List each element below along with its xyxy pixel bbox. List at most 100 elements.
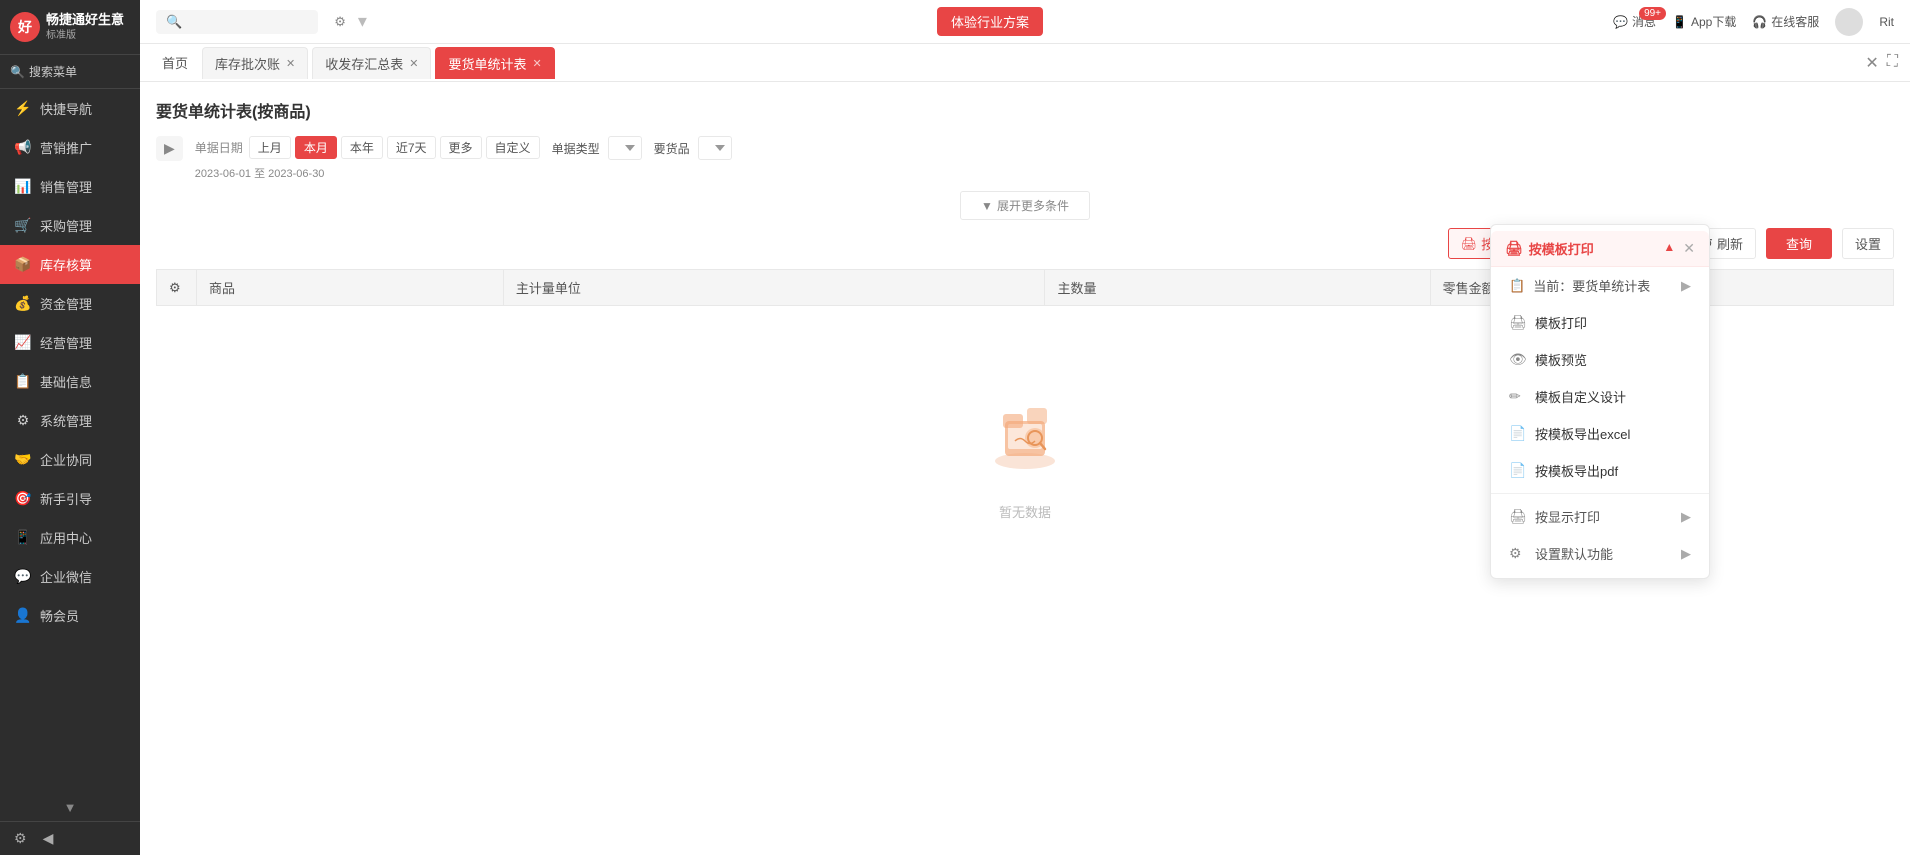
submenu-arrow-icon: ▶ bbox=[1681, 509, 1691, 525]
dropdown-default-func[interactable]: ⚙ 设置默认功能 ▶ bbox=[1491, 535, 1709, 572]
date-btn-more[interactable]: 更多 bbox=[440, 136, 482, 159]
sidebar-item-enterprise[interactable]: 🤝 企业协同 bbox=[0, 440, 140, 479]
query-btn[interactable]: 查询 bbox=[1766, 228, 1832, 259]
dropdown-close-btn[interactable]: ✕ bbox=[1683, 240, 1695, 257]
printer-icon: 🖨 bbox=[1461, 236, 1478, 252]
display-print-icon: 🖨 bbox=[1509, 508, 1525, 525]
dropdown-item-template-custom[interactable]: ✏ 模板自定义设计 bbox=[1491, 378, 1709, 415]
date-btn-custom[interactable]: 自定义 bbox=[486, 136, 540, 159]
sidebar-bottom: ⚙ ◀ bbox=[0, 821, 140, 855]
scroll-down-btn[interactable]: ▼ bbox=[0, 794, 140, 821]
operations-icon: 📈 bbox=[14, 334, 32, 352]
order-type-select[interactable] bbox=[608, 136, 642, 160]
dropdown-item-template-excel[interactable]: 📄 按模板导出excel bbox=[1491, 415, 1709, 452]
app-center-icon: 📱 bbox=[14, 529, 32, 547]
print-dropdown-menu: 🖨 按模板打印 ▲ ✕ 📋 当前：要货单统计表 ▶ 🖨 模板打印 bbox=[1490, 224, 1710, 579]
filter-expand-icon-btn[interactable]: ▶ bbox=[156, 136, 183, 161]
app-download-btn[interactable]: 📱 App下载 bbox=[1672, 13, 1736, 30]
template-excel-icon: 📄 bbox=[1509, 425, 1525, 442]
search-menu-btn[interactable]: 🔍 搜索菜单 bbox=[10, 63, 130, 80]
close-tab-demand[interactable]: ✕ bbox=[533, 57, 542, 70]
sidebar-item-guide[interactable]: 🎯 新手引导 bbox=[0, 479, 140, 518]
dropdown-item-template-preview[interactable]: 👁 模板预览 bbox=[1491, 341, 1709, 378]
sidebar-item-operations[interactable]: 📈 经营管理 bbox=[0, 323, 140, 362]
sidebar-item-quick-nav[interactable]: ⚡ 快捷导航 bbox=[0, 89, 140, 128]
gear-col-icon[interactable]: ⚙ bbox=[169, 280, 181, 295]
empty-text: 暂无数据 bbox=[999, 502, 1051, 521]
sidebar-item-finance[interactable]: 💰 资金管理 bbox=[0, 284, 140, 323]
tab-home[interactable]: 首页 bbox=[152, 47, 198, 78]
dropdown-item-template-pdf[interactable]: 📄 按模板导出pdf bbox=[1491, 452, 1709, 489]
tabbar: 首页 库存批次账 ✕ 收发存汇总表 ✕ 要货单统计表 ✕ ✕ ⛶ bbox=[140, 44, 1910, 82]
content-area: 要货单统计表(按商品) ▶ 单据日期 上月 本月 本年 近7天 更多 自定义 bbox=[140, 82, 1910, 855]
tabbar-actions: ✕ ⛶ bbox=[1865, 53, 1898, 73]
guide-icon: 🎯 bbox=[14, 490, 32, 508]
demand-goods-select[interactable] bbox=[698, 136, 732, 160]
date-btn-7days[interactable]: 近7天 bbox=[387, 136, 436, 159]
app-version: 标准版 bbox=[46, 29, 124, 42]
dropdown-header: 🖨 按模板打印 ▲ ✕ bbox=[1491, 231, 1709, 267]
page-title: 要货单统计表(按商品) bbox=[156, 98, 1894, 122]
message-btn[interactable]: 💬 消息 99+ bbox=[1613, 13, 1656, 30]
dropdown-current-template[interactable]: 📋 当前：要货单统计表 ▶ bbox=[1491, 267, 1709, 304]
date-quick-btns: 上月 本月 本年 近7天 更多 自定义 bbox=[249, 136, 540, 159]
demand-goods-filter: 要货品 bbox=[654, 136, 732, 160]
app-logo: 好 畅捷通好生意 标准版 bbox=[0, 0, 140, 55]
sidebar-item-basics[interactable]: 📋 基础信息 bbox=[0, 362, 140, 401]
date-filter-label: 单据日期 bbox=[195, 139, 243, 156]
template-custom-icon: ✏ bbox=[1509, 388, 1525, 405]
close-all-tabs-btn[interactable]: ✕ bbox=[1865, 53, 1878, 73]
date-btn-this-month[interactable]: 本月 bbox=[295, 136, 337, 159]
sidebar-item-marketing[interactable]: 📢 营销推广 bbox=[0, 128, 140, 167]
date-btn-last-month[interactable]: 上月 bbox=[249, 136, 291, 159]
close-tab-stock-batch[interactable]: ✕ bbox=[286, 57, 295, 70]
sidebar-item-member[interactable]: 👤 畅会员 bbox=[0, 596, 140, 635]
logo-icon: 好 bbox=[10, 12, 40, 42]
current-icon: 📋 bbox=[1509, 278, 1525, 294]
logo-text: 畅捷通好生意 标准版 bbox=[46, 12, 124, 42]
tab-stock-batch[interactable]: 库存批次账 ✕ bbox=[202, 47, 308, 79]
date-range-display: 2023-06-01 至 2023-06-30 bbox=[195, 165, 540, 181]
app-name: 畅捷通好生意 bbox=[46, 12, 124, 29]
settings-bottom-btn[interactable]: ⚙ bbox=[14, 830, 27, 847]
user-avatar[interactable] bbox=[1835, 8, 1863, 36]
tab-demand-stats[interactable]: 要货单统计表 ✕ bbox=[435, 47, 554, 79]
sidebar-item-stock[interactable]: 📦 库存核算 bbox=[0, 245, 140, 284]
close-tab-receivable[interactable]: ✕ bbox=[409, 57, 418, 70]
filter-bar: ▶ 单据日期 上月 本月 本年 近7天 更多 自定义 2023-06-01 bbox=[156, 136, 1894, 181]
tab-receivable-summary[interactable]: 收发存汇总表 ✕ bbox=[312, 47, 431, 79]
sidebar-item-system[interactable]: ⚙ 系统管理 bbox=[0, 401, 140, 440]
enterprise-icon: 🤝 bbox=[14, 451, 32, 469]
download-icon: 📱 bbox=[1672, 15, 1687, 29]
expand-down-icon: ▼ bbox=[981, 199, 993, 213]
trial-button[interactable]: 体验行业方案 bbox=[937, 7, 1043, 36]
topbar: 🔍 ⚙ ▾ 体验行业方案 💬 消息 99+ 📱 App下载 🎧 在线客服 Rit bbox=[140, 0, 1910, 44]
date-btn-this-year[interactable]: 本年 bbox=[341, 136, 383, 159]
dropdown-display-print[interactable]: 🖨 按显示打印 ▶ bbox=[1491, 498, 1709, 535]
sidebar-item-app-center[interactable]: 📱 应用中心 bbox=[0, 518, 140, 557]
sidebar-item-wechat[interactable]: 💬 企业微信 bbox=[0, 557, 140, 596]
topbar-gear-icon[interactable]: ⚙ bbox=[334, 14, 346, 30]
dropdown-divider-1 bbox=[1491, 493, 1709, 494]
order-type-label: 单据类型 bbox=[552, 140, 600, 157]
current-arrow-icon: ▶ bbox=[1681, 278, 1691, 294]
collapse-btn[interactable]: ◀ bbox=[43, 830, 54, 847]
topbar-search-box[interactable]: 🔍 bbox=[156, 10, 318, 34]
table-header-unit: 主计量单位 bbox=[503, 270, 1045, 306]
template-pdf-icon: 📄 bbox=[1509, 462, 1525, 479]
table-header-goods: 商品 bbox=[197, 270, 504, 306]
expand-more-btn[interactable]: ▼ 展开更多条件 bbox=[960, 191, 1090, 220]
dropdown-arrow-btn[interactable]: ▲ bbox=[1663, 240, 1675, 257]
table-header-checkbox: ⚙ bbox=[157, 270, 197, 306]
settings-btn[interactable]: 设置 bbox=[1842, 228, 1894, 259]
system-icon: ⚙ bbox=[14, 412, 32, 430]
fullscreen-btn[interactable]: ⛶ bbox=[1887, 53, 1898, 73]
sidebar-item-purchase[interactable]: 🛒 采购管理 bbox=[0, 206, 140, 245]
sidebar-item-sales[interactable]: 📊 销售管理 bbox=[0, 167, 140, 206]
dropdown-item-template-print[interactable]: 🖨 模板打印 bbox=[1491, 304, 1709, 341]
topbar-search-input[interactable] bbox=[188, 15, 308, 29]
sidebar-search-area[interactable]: 🔍 搜索菜单 bbox=[0, 55, 140, 89]
topbar-search-icon: 🔍 bbox=[166, 14, 182, 30]
date-filter-section: 单据日期 上月 本月 本年 近7天 更多 自定义 2023-06-01 至 20… bbox=[195, 136, 540, 181]
online-service-btn[interactable]: 🎧 在线客服 bbox=[1752, 13, 1819, 30]
